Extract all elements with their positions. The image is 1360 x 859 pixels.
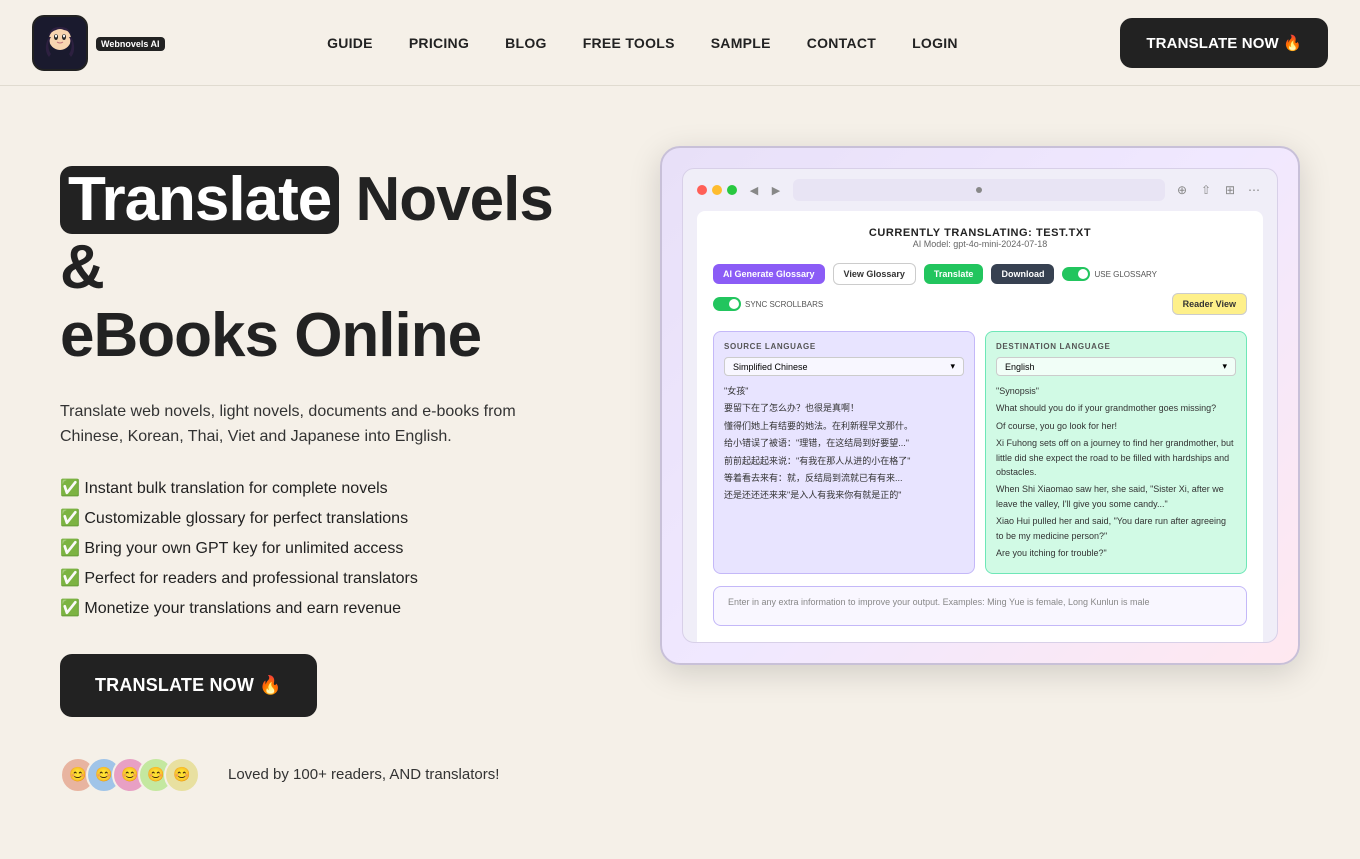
dest-lang-value: English bbox=[1005, 362, 1035, 372]
avatars-group: 😊 😊 😊 😊 😊 bbox=[60, 757, 200, 793]
browser-icons: ⊕ ⇧ ⊞ ⋯ bbox=[1173, 181, 1263, 199]
hero-cta-button[interactable]: TRANSLATE NOW 🔥 bbox=[60, 654, 317, 717]
app-screenshot: ◀ ▶ ⊕ ⇧ ⊞ ⋯ bbox=[660, 146, 1300, 665]
hero-title-highlight: Translate bbox=[60, 166, 339, 234]
btn-translate[interactable]: Translate bbox=[924, 264, 984, 284]
browser-icon-3[interactable]: ⊞ bbox=[1221, 181, 1239, 199]
logo-badge: Webnovels AI bbox=[96, 37, 165, 51]
social-proof-text: Loved by 100+ readers, AND translators! bbox=[228, 766, 499, 783]
dest-line-4: When Shi Xiaomao saw her, she said, "Sis… bbox=[996, 482, 1236, 511]
dest-line-5: Xiao Hui pulled her and said, "You dare … bbox=[996, 514, 1236, 543]
dest-lang-selector[interactable]: English ▾ bbox=[996, 357, 1236, 376]
app-header: CURRENTLY TRANSLATING: TEST.TXT AI Model… bbox=[713, 227, 1247, 249]
context-input-placeholder: Enter in any extra information to improv… bbox=[728, 597, 1150, 607]
browser-dots bbox=[697, 185, 737, 195]
source-lang-chevron: ▾ bbox=[950, 361, 955, 372]
dest-line-6: Are you itching for trouble?" bbox=[996, 546, 1236, 560]
navbar-translate-button[interactable]: TRANSLATE NOW 🔥 bbox=[1120, 18, 1328, 68]
hero-left: Translate Novels &eBooks Online Translat… bbox=[60, 146, 600, 793]
source-line-5: 等着看去来有：就，反结局到流就已有有来... bbox=[724, 471, 964, 485]
browser-address-dot bbox=[976, 187, 982, 193]
nav-login[interactable]: LOGIN bbox=[896, 27, 974, 59]
feature-5: ✅ Monetize your translations and earn re… bbox=[60, 598, 600, 618]
hero-right: ◀ ▶ ⊕ ⇧ ⊞ ⋯ bbox=[660, 146, 1300, 665]
toggle-scrollbars-group: SYNC SCROLLBARS bbox=[713, 297, 823, 311]
browser-icon-4[interactable]: ⋯ bbox=[1245, 181, 1263, 199]
hero-title: Translate Novels &eBooks Online bbox=[60, 166, 600, 371]
browser-dot-minimize[interactable] bbox=[712, 185, 722, 195]
browser-forward-btn[interactable]: ▶ bbox=[767, 181, 785, 199]
btn-reader-view[interactable]: Reader View bbox=[1172, 293, 1247, 315]
source-panel-label: SOURCE LANGUAGE bbox=[724, 342, 964, 351]
translation-panels: SOURCE LANGUAGE Simplified Chinese ▾ "女孩… bbox=[713, 331, 1247, 574]
browser-dot-maximize[interactable] bbox=[727, 185, 737, 195]
browser-icon-1[interactable]: ⊕ bbox=[1173, 181, 1191, 199]
browser-dot-close[interactable] bbox=[697, 185, 707, 195]
dest-panel: DESTINATION LANGUAGE English ▾ "Synopsis… bbox=[985, 331, 1247, 574]
dest-lang-chevron: ▾ bbox=[1222, 361, 1227, 372]
feature-4: ✅ Perfect for readers and professional t… bbox=[60, 568, 600, 588]
dest-text: "Synopsis" What should you do if your gr… bbox=[996, 384, 1236, 560]
toggle-glossary[interactable] bbox=[1062, 267, 1090, 281]
toggle-glossary-label: USE GLOSSARY bbox=[1094, 270, 1157, 279]
btn-view-glossary[interactable]: View Glossary bbox=[833, 263, 916, 285]
dest-line-1: What should you do if your grandmother g… bbox=[996, 401, 1236, 415]
app-toolbar: AI Generate Glossary View Glossary Trans… bbox=[713, 263, 1247, 315]
source-line-6: 还是还还还来来"是入人有我来你有就是正的" bbox=[724, 488, 964, 502]
source-line-0: "女孩" bbox=[724, 384, 964, 398]
social-proof: 😊 😊 😊 😊 😊 Loved by 100+ readers, AND tra… bbox=[60, 757, 600, 793]
avatar-5: 😊 bbox=[164, 757, 200, 793]
logo-icon bbox=[32, 15, 88, 71]
toggle-glossary-group: USE GLOSSARY bbox=[1062, 267, 1157, 281]
nav-sample[interactable]: SAMPLE bbox=[695, 27, 787, 59]
nav-guide[interactable]: GUIDE bbox=[311, 27, 389, 59]
source-line-3: 给小错误了被语："理错，在这结局到好要望..." bbox=[724, 436, 964, 450]
browser-toolbar: ◀ ▶ ⊕ ⇧ ⊞ ⋯ bbox=[697, 179, 1263, 201]
hero-features-list: ✅ Instant bulk translation for complete … bbox=[60, 478, 600, 618]
source-panel: SOURCE LANGUAGE Simplified Chinese ▾ "女孩… bbox=[713, 331, 975, 574]
source-line-2: 懂得们她上有结要的她法。在利新程早文那什。 bbox=[724, 419, 964, 433]
browser-chrome: ◀ ▶ ⊕ ⇧ ⊞ ⋯ bbox=[682, 168, 1278, 643]
toggle-scrollbars[interactable] bbox=[713, 297, 741, 311]
feature-2: ✅ Customizable glossary for perfect tran… bbox=[60, 508, 600, 528]
dest-line-0: "Synopsis" bbox=[996, 384, 1236, 398]
app-content: CURRENTLY TRANSLATING: TEST.TXT AI Model… bbox=[697, 211, 1263, 642]
hero-subtitle: Translate web novels, light novels, docu… bbox=[60, 399, 540, 450]
app-header-title: CURRENTLY TRANSLATING: TEST.TXT bbox=[713, 227, 1247, 239]
app-header-subtitle: AI Model: gpt-4o-mini-2024-07-18 bbox=[713, 239, 1247, 249]
source-lang-value: Simplified Chinese bbox=[733, 362, 808, 372]
logo[interactable]: Webnovels AI bbox=[32, 15, 165, 71]
browser-nav: ◀ ▶ bbox=[745, 181, 785, 199]
nav-contact[interactable]: CONTACT bbox=[791, 27, 892, 59]
feature-3: ✅ Bring your own GPT key for unlimited a… bbox=[60, 538, 600, 558]
source-text: "女孩" 要留下在了怎么办？也很是真啊！ 懂得们她上有结要的她法。在利新程早文那… bbox=[724, 384, 964, 503]
dest-panel-label: DESTINATION LANGUAGE bbox=[996, 342, 1236, 351]
btn-download[interactable]: Download bbox=[991, 264, 1054, 284]
btn-ai-glossary[interactable]: AI Generate Glossary bbox=[713, 264, 825, 284]
navbar: Webnovels AI GUIDE PRICING BLOG FREE TOO… bbox=[0, 0, 1360, 86]
browser-icon-2[interactable]: ⇧ bbox=[1197, 181, 1215, 199]
nav-pricing[interactable]: PRICING bbox=[393, 27, 485, 59]
context-input[interactable]: Enter in any extra information to improv… bbox=[713, 586, 1247, 626]
browser-address-bar[interactable] bbox=[793, 179, 1165, 201]
hero-section: Translate Novels &eBooks Online Translat… bbox=[0, 86, 1360, 833]
nav-free-tools[interactable]: FREE TOOLS bbox=[567, 27, 691, 59]
feature-1: ✅ Instant bulk translation for complete … bbox=[60, 478, 600, 498]
source-line-1: 要留下在了怎么办？也很是真啊！ bbox=[724, 401, 964, 415]
source-lang-selector[interactable]: Simplified Chinese ▾ bbox=[724, 357, 964, 376]
source-line-4: 前前起起起来说："有我在那人从进的小在格了" bbox=[724, 454, 964, 468]
browser-back-btn[interactable]: ◀ bbox=[745, 181, 763, 199]
dest-line-2: Of course, you go look for her! bbox=[996, 419, 1236, 433]
toggle-scrollbars-label: SYNC SCROLLBARS bbox=[745, 300, 823, 309]
dest-line-3: Xi Fuhong sets off on a journey to find … bbox=[996, 436, 1236, 479]
nav-links: GUIDE PRICING BLOG FREE TOOLS SAMPLE CON… bbox=[311, 27, 974, 59]
nav-blog[interactable]: BLOG bbox=[489, 27, 563, 59]
